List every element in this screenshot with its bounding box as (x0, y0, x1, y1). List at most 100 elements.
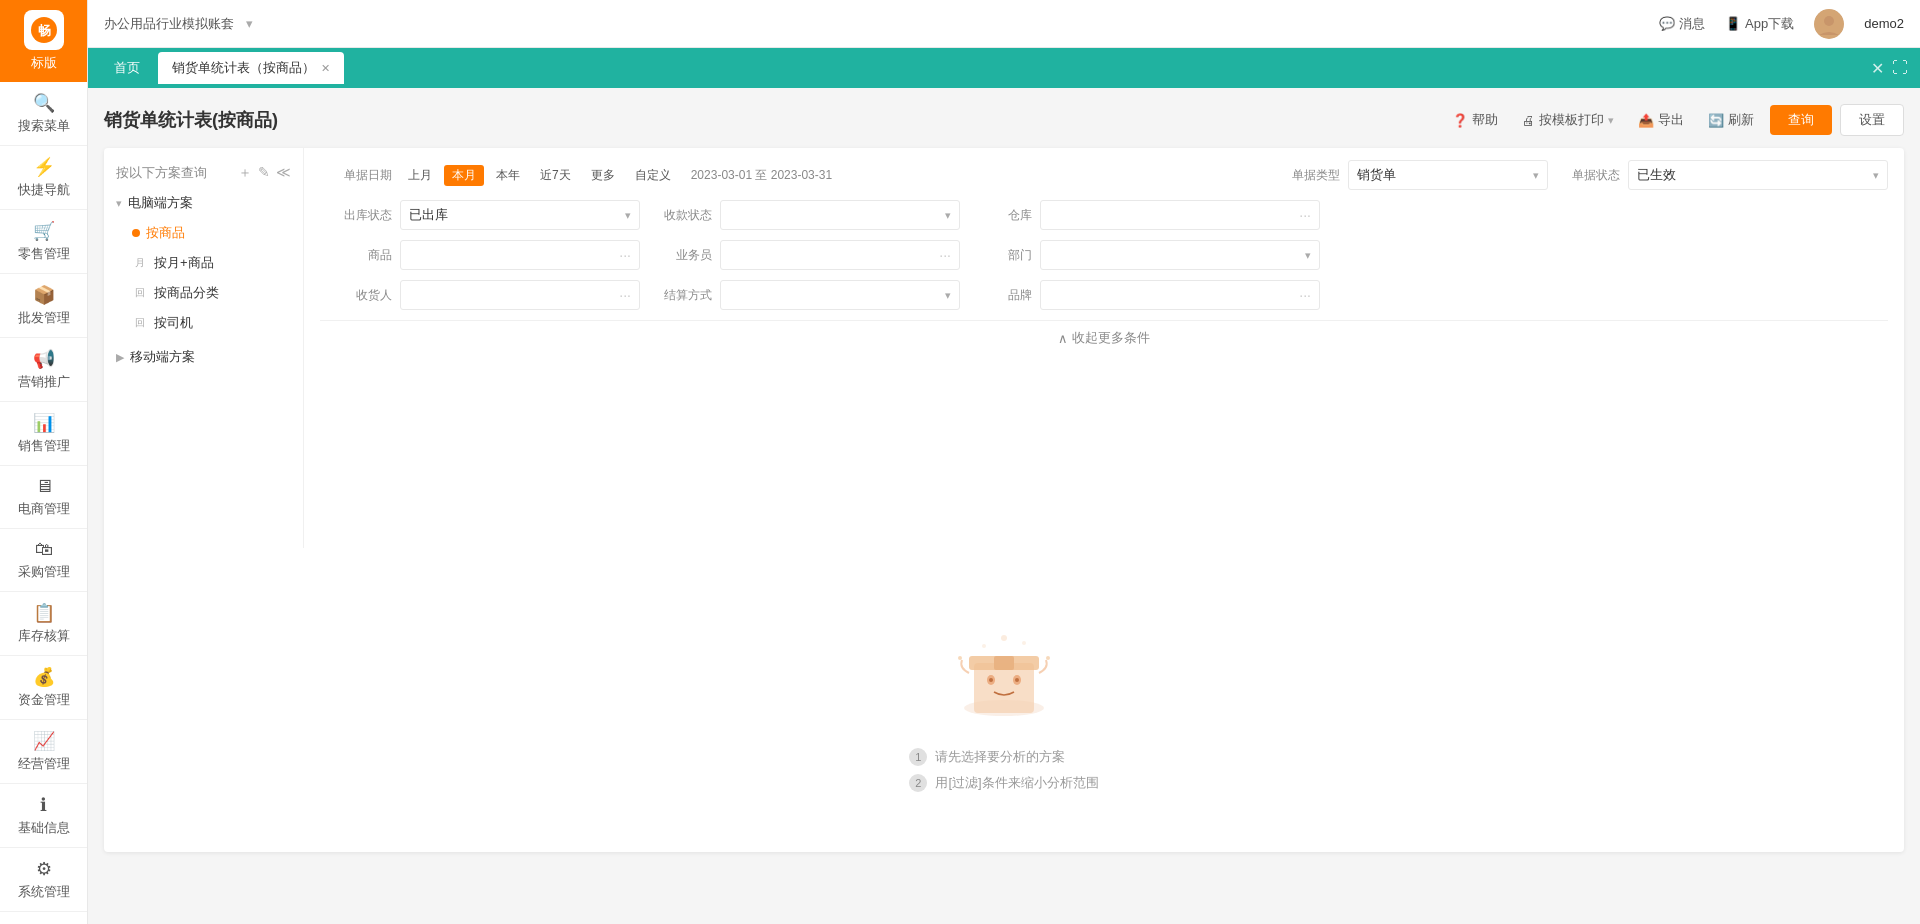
user-name[interactable]: demo2 (1864, 16, 1904, 31)
help-button[interactable]: ❓ 帮助 (1444, 107, 1506, 133)
doc-type-caret-icon: ▾ (1533, 169, 1539, 182)
sidebar-items-container: 🔍搜索菜单 ⚡ 快捷导航 🛒零售管理📦批发管理 📢 营销推广 📊销售管理🖥电商管理🛍采购管理… (0, 82, 88, 924)
left-panel-header: 按以下方案查询 ＋ ✎ ≪ (104, 158, 303, 188)
doc-type-select[interactable]: 销货单 ▾ (1348, 160, 1548, 190)
refresh-icon: 🔄 (1708, 113, 1724, 128)
date-tab-this-month[interactable]: 本月 (444, 165, 484, 186)
sidebar-item-icon-11: ℹ (40, 794, 47, 816)
tab-close-icon[interactable]: ✕ (321, 62, 330, 75)
doc-type-value: 销货单 (1357, 166, 1396, 184)
dept-select[interactable]: ▾ (1040, 240, 1320, 270)
doc-type-label: 单据类型 (1268, 167, 1348, 184)
sidebar-item-icon-12: ⚙ (36, 858, 52, 880)
tab-home[interactable]: 首页 (100, 52, 154, 84)
export-icon: 📤 (1638, 113, 1654, 128)
sidebar-item-资金管理[interactable]: 💰资金管理 (0, 656, 88, 720)
recv-status-select[interactable]: ▾ (720, 200, 960, 230)
help-icon: ❓ (1452, 113, 1468, 128)
collapse-bar[interactable]: ∧ 收起更多条件 (320, 320, 1888, 355)
scheme-item-by-driver[interactable]: 回 按司机 (104, 308, 303, 338)
scheme-item-by-month-goods[interactable]: 月 按月+商品 (104, 248, 303, 278)
sidebar-item-label-11: 基础信息 (18, 819, 70, 837)
export-button[interactable]: 📤 导出 (1630, 107, 1692, 133)
edit-scheme-icon[interactable]: ✎ (258, 164, 270, 182)
add-scheme-icon[interactable]: ＋ (238, 164, 252, 182)
sidebar-item-零售管理[interactable]: 🛒零售管理 (0, 210, 88, 274)
warehouse-input[interactable]: ··· (1040, 200, 1320, 230)
sidebar-item-label-9: 资金管理 (18, 691, 70, 709)
scheme-item-by-category[interactable]: 回 按商品分类 (104, 278, 303, 308)
mobile-scheme-header[interactable]: ▶ 移动端方案 (104, 342, 303, 372)
logo-icon: 畅 (24, 10, 64, 50)
warehouse-dots-icon: ··· (1299, 207, 1311, 223)
sidebar-item-label-10: 经营管理 (18, 755, 70, 773)
sidebar-item-icon-8: 📋 (33, 602, 55, 624)
sidebar-item-icon-4: 📢 (33, 348, 55, 370)
receiver-input[interactable]: ··· (400, 280, 640, 310)
doc-status-caret-icon: ▾ (1873, 169, 1879, 182)
settings-button[interactable]: 设置 (1840, 104, 1904, 136)
sidebar-logo[interactable]: 畅 标版 (0, 0, 88, 82)
app-download-icon: 📱 (1725, 16, 1741, 31)
app-download-button[interactable]: 📱 App下载 (1725, 15, 1794, 33)
sidebar-item-电商管理[interactable]: 🖥电商管理 (0, 466, 88, 529)
date-tab-custom[interactable]: 自定义 (627, 165, 679, 186)
user-avatar[interactable] (1814, 9, 1844, 39)
date-tab-last-month[interactable]: 上月 (400, 165, 440, 186)
doc-status-select[interactable]: 已生效 ▾ (1628, 160, 1888, 190)
query-button[interactable]: 查询 (1770, 105, 1832, 135)
tab-sales-stats-label: 销货单统计表（按商品） (172, 59, 315, 77)
desktop-scheme-header[interactable]: ▾ 电脑端方案 (104, 188, 303, 218)
date-tab-more[interactable]: 更多 (583, 165, 623, 186)
sidebar: 畅 标版 🔍搜索菜单 ⚡ 快捷导航 🛒零售管理📦批发管理 📢 营销推广 📊销售管理🖥电商管理… (0, 0, 88, 924)
window-maximize-icon[interactable]: ⛶ (1892, 59, 1908, 78)
warehouse-label: 仓库 (960, 207, 1040, 224)
sidebar-item-label-8: 库存核算 (18, 627, 70, 645)
refresh-button[interactable]: 🔄 刷新 (1700, 107, 1762, 133)
collapse-chevron-icon: ∧ (1058, 331, 1068, 346)
sidebar-item-icon-1: ⚡ (33, 156, 55, 178)
sidebar-item-批发管理[interactable]: 📦批发管理 (0, 274, 88, 338)
sidebar-item-快捷导航[interactable]: ⚡ 快捷导航 (0, 146, 88, 210)
message-label: 消息 (1679, 15, 1705, 33)
panel-body: 按以下方案查询 ＋ ✎ ≪ ▾ 电脑端方案 (104, 148, 1904, 548)
brand-label: 品牌 (960, 287, 1040, 304)
dept-caret-icon: ▾ (1305, 249, 1311, 262)
sidebar-item-销售管理[interactable]: 📊销售管理 (0, 402, 88, 466)
settle-select[interactable]: ▾ (720, 280, 960, 310)
message-button[interactable]: 💬 消息 (1659, 15, 1705, 33)
tab-sales-stats[interactable]: 销货单统计表（按商品） ✕ (158, 52, 344, 84)
sidebar-item-库存核算[interactable]: 📋 库存核算 (0, 592, 88, 656)
app-download-label: App下载 (1745, 15, 1794, 33)
sidebar-item-label-1: 快捷导航 (18, 181, 70, 199)
scheme-item-by-category-label: 按商品分类 (154, 284, 219, 302)
out-status-select[interactable]: 已出库 ▾ (400, 200, 640, 230)
doc-status-value: 已生效 (1637, 166, 1676, 184)
collapse-panel-icon[interactable]: ≪ (276, 164, 291, 182)
svg-point-3 (1824, 16, 1834, 26)
brand-input[interactable]: ··· (1040, 280, 1320, 310)
sidebar-item-基础信息[interactable]: ℹ 基础信息 (0, 784, 88, 848)
sidebar-item-营销推广[interactable]: 📢 营销推广 (0, 338, 88, 402)
tabbar: 首页 销货单统计表（按商品） ✕ ✕ ⛶ (88, 48, 1920, 88)
svg-point-16 (1022, 641, 1026, 645)
date-tab-7days[interactable]: 近7天 (532, 165, 579, 186)
sidebar-item-系统管理[interactable]: ⚙系统管理 (0, 848, 88, 912)
window-close-icon[interactable]: ✕ (1871, 59, 1884, 78)
sidebar-item-经营管理[interactable]: 📈 经营管理 (0, 720, 88, 784)
sidebar-item-采购管理[interactable]: 🛍采购管理 (0, 529, 88, 592)
filter-row-2: 出库状态 已出库 ▾ 收款状态 ▾ 仓库 ··· (320, 200, 1888, 230)
sidebar-item-icon-10: 📈 (33, 730, 55, 752)
svg-point-15 (982, 644, 986, 648)
goods-input[interactable]: ··· (400, 240, 640, 270)
date-tab-this-year[interactable]: 本年 (488, 165, 528, 186)
collapse-label: 收起更多条件 (1072, 329, 1150, 347)
staff-input[interactable]: ··· (720, 240, 960, 270)
sidebar-item-label-4: 营销推广 (18, 373, 70, 391)
sidebar-item-搜索菜单[interactable]: 🔍搜索菜单 (0, 82, 88, 146)
topbar-chevron[interactable]: ▾ (246, 16, 253, 31)
sidebar-item-企业协同[interactable]: 🤝企业协同 (0, 912, 88, 924)
page-title: 销货单统计表(按商品) (104, 108, 278, 132)
print-button[interactable]: 🖨 按模板打印 ▾ (1514, 107, 1622, 133)
scheme-item-by-goods[interactable]: 按商品 (104, 218, 303, 248)
